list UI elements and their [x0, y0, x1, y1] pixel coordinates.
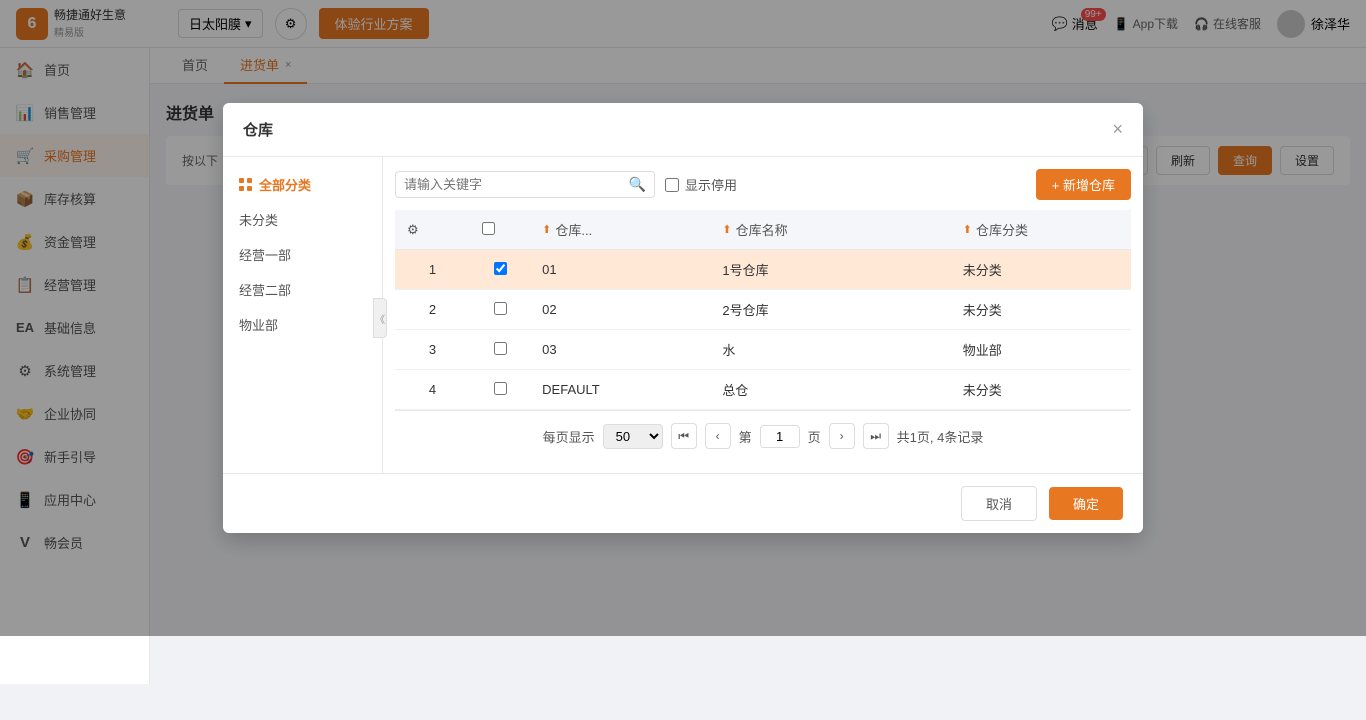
cell-name: 总仓: [710, 370, 950, 410]
sort-icon-code: ⬆: [542, 223, 551, 236]
modal-footer: 取消 确定: [223, 473, 1143, 533]
th-code: ⬆ 仓库...: [530, 210, 710, 250]
page-last-button[interactable]: ⏭: [863, 423, 889, 449]
cancel-button[interactable]: 取消: [961, 486, 1037, 521]
cell-name: 1号仓库: [710, 250, 950, 290]
search-input[interactable]: [404, 177, 629, 192]
page-first-button[interactable]: ⏮: [671, 423, 697, 449]
th-checkbox: [470, 210, 530, 250]
cell-name: 水: [710, 330, 950, 370]
cell-category: 未分类: [951, 250, 1131, 290]
cell-code: 01: [530, 250, 710, 290]
cell-category: 未分类: [951, 290, 1131, 330]
page-label: 第: [739, 427, 752, 446]
page-prev-button[interactable]: ‹: [705, 423, 731, 449]
cell-checkbox[interactable]: [470, 250, 530, 290]
table-row[interactable]: 2 02 2号仓库 未分类: [395, 290, 1131, 330]
category-item-ops2[interactable]: 经营二部: [223, 272, 382, 307]
warehouse-table: ⚙ ⬆ 仓库...: [395, 210, 1131, 410]
show-disabled-label: 显示停用: [685, 175, 737, 194]
confirm-button[interactable]: 确定: [1049, 487, 1123, 520]
cell-index: 2: [395, 290, 470, 330]
pagination: 每页显示 50 10 20 100 ⏮ ‹ 第 页 › ⏭ 共1页, 4条记录: [395, 410, 1131, 461]
select-all-checkbox[interactable]: [482, 222, 495, 235]
modal-body: 全部分类 未分类 经营一部 经营二部 物业部 《: [223, 157, 1143, 473]
add-warehouse-button[interactable]: + 新增仓库: [1036, 169, 1131, 200]
show-disabled-checkbox[interactable]: [665, 178, 679, 192]
cell-code: 02: [530, 290, 710, 330]
page-next-button[interactable]: ›: [829, 423, 855, 449]
category-item-uncategorized[interactable]: 未分类: [223, 202, 382, 237]
cell-code: 03: [530, 330, 710, 370]
th-name: ⬆ 仓库名称: [710, 210, 950, 250]
th-settings: ⚙: [395, 210, 470, 250]
settings-col-icon: ⚙: [407, 222, 419, 237]
show-disabled-area: 显示停用: [665, 175, 737, 194]
cell-checkbox[interactable]: [470, 370, 530, 410]
total-info: 共1页, 4条记录: [897, 427, 984, 446]
table-row[interactable]: 3 03 水 物业部: [395, 330, 1131, 370]
table-toolbar: 🔍 显示停用 + 新增仓库: [395, 169, 1131, 200]
category-item-property[interactable]: 物业部: [223, 307, 382, 342]
cell-index: 4: [395, 370, 470, 410]
cell-code: DEFAULT: [530, 370, 710, 410]
category-collapse-button[interactable]: 《: [373, 298, 387, 338]
search-icon: 🔍: [629, 176, 646, 193]
per-page-label: 每页显示: [543, 427, 595, 446]
modal-title: 仓库: [243, 119, 273, 140]
cell-checkbox[interactable]: [470, 290, 530, 330]
th-category: ⬆ 仓库分类: [951, 210, 1131, 250]
cell-index: 3: [395, 330, 470, 370]
cell-category: 未分类: [951, 370, 1131, 410]
cell-checkbox[interactable]: [470, 330, 530, 370]
sort-icon-name: ⬆: [722, 223, 731, 236]
per-page-select[interactable]: 50 10 20 100: [603, 424, 663, 449]
page-suffix: 页: [808, 427, 821, 446]
warehouse-modal: 仓库 × 全部分类 未分类 经: [223, 103, 1143, 533]
modal-header: 仓库 ×: [223, 103, 1143, 157]
page-input[interactable]: [760, 425, 800, 448]
category-item-ops1[interactable]: 经营一部: [223, 237, 382, 272]
all-categories-label: 全部分类: [259, 175, 311, 194]
cell-index: 1: [395, 250, 470, 290]
modal-overlay: 仓库 × 全部分类 未分类 经: [0, 0, 1366, 636]
cell-category: 物业部: [951, 330, 1131, 370]
cell-name: 2号仓库: [710, 290, 950, 330]
grid-icon: [239, 178, 253, 192]
search-box: 🔍: [395, 171, 655, 198]
table-area: 🔍 显示停用 + 新增仓库 ⚙: [383, 157, 1143, 473]
all-categories-item[interactable]: 全部分类: [223, 167, 382, 202]
table-row[interactable]: 1 01 1号仓库 未分类: [395, 250, 1131, 290]
table-row[interactable]: 4 DEFAULT 总仓 未分类: [395, 370, 1131, 410]
category-sidebar: 全部分类 未分类 经营一部 经营二部 物业部: [223, 157, 383, 473]
modal-close-button[interactable]: ×: [1112, 119, 1123, 140]
sort-icon-cat: ⬆: [963, 223, 972, 236]
